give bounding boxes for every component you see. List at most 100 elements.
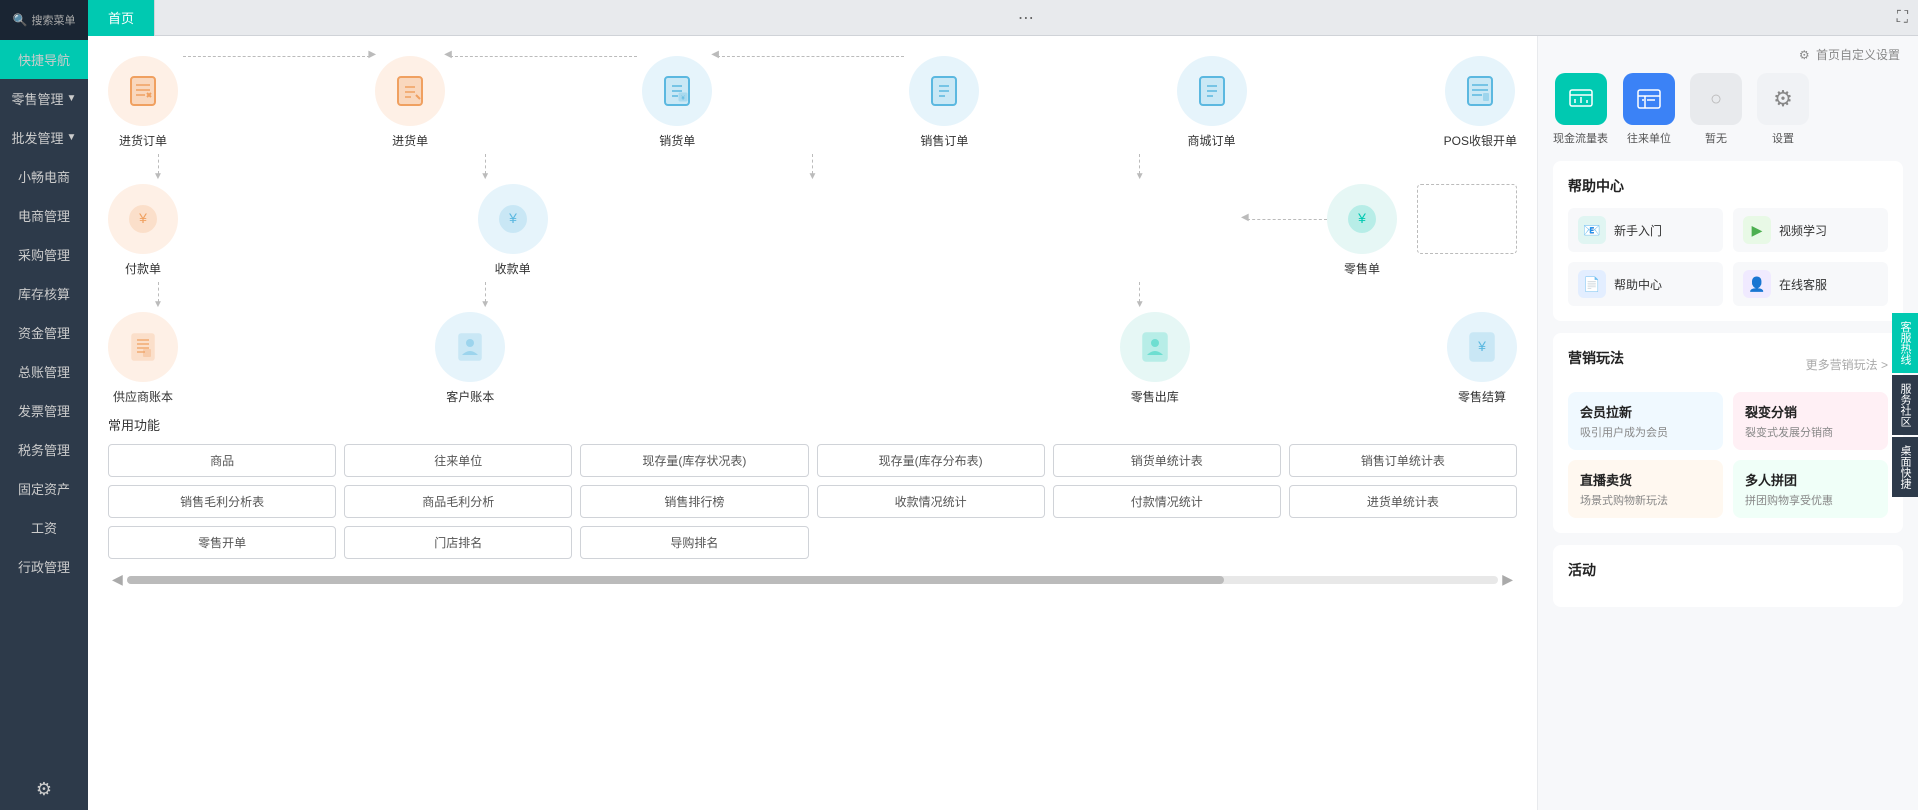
fullscreen-button[interactable]: ⛶ [1897,9,1918,27]
salary-label: 工资 [31,518,57,537]
sidebar-item-ecommerce[interactable]: 电商管理 [0,196,88,235]
sidebar: 🔍 搜索菜单 快捷导航 零售管理 ▼ 批发管理 ▼ 小畅电商 电商管理 采购管理… [0,0,88,810]
float-btn-service[interactable]: 客服热线 [1892,313,1918,373]
home-customize-button[interactable]: ⚙ 首页自定义设置 [1553,46,1903,63]
more-marketing-link[interactable]: 更多营销玩法 > [1806,356,1888,373]
circle-pos[interactable] [1445,56,1515,126]
node-lingshouchuku: 零售出库 [1120,312,1190,405]
tab-more-button[interactable]: ⋯ [1008,8,1044,28]
func-btn-inventory-status[interactable]: 现存量(库存状况表) [580,444,808,477]
sidebar-item-inventory[interactable]: 库存核算 [0,274,88,313]
marketing-grid: 会员拉新 吸引用户成为会员 裂变分销 裂变式发展分销商 直播卖货 场景式购物新玩… [1568,392,1888,518]
sidebar-item-salary[interactable]: 工资 [0,508,88,547]
scroll-track[interactable] [127,576,1498,584]
func-btn-profit-analysis[interactable]: 销售毛利分析表 [108,485,336,518]
sidebar-item-admin[interactable]: 行政管理 [0,547,88,586]
help-item-video[interactable]: ▶ 视频学习 [1733,208,1888,252]
func-btn-retail-order[interactable]: 零售开单 [108,526,336,559]
beginner-icon: 📧 [1578,216,1606,244]
func-btn-inventory-dist[interactable]: 现存量(库存分布表) [817,444,1045,477]
circle-jinhuodan[interactable] [375,56,445,126]
tab-home-label: 首页 [108,8,134,27]
circle-shoukuandan[interactable]: ¥ [478,184,548,254]
label-pos: POS收银开单 [1444,132,1517,149]
svg-text:¥: ¥ [508,210,517,226]
node-xiaohuodan: ¥ 销货单 [642,56,712,149]
capital-label: 资金管理 [18,323,70,342]
help-item-help[interactable]: 📄 帮助中心 [1568,262,1723,306]
sidebar-item-fixed-assets[interactable]: 固定资产 [0,469,88,508]
node-xiaoshoudddan: 销售订单 [909,56,979,149]
sidebar-item-quick-nav[interactable]: 快捷导航 [0,40,88,79]
marketing-item-group[interactable]: 多人拼团 拼团购物享受优惠 [1733,460,1888,518]
marketing-item-fission[interactable]: 裂变分销 裂变式发展分销商 [1733,392,1888,450]
quick-icon-cashflow[interactable]: 现金流量表 [1553,73,1608,146]
function-buttons-grid: 商品 往来单位 现存量(库存状况表) 现存量(库存分布表) 销货单统计表 销售订… [108,444,1517,559]
float-btn-community[interactable]: 服务社区 [1892,375,1918,435]
sidebar-item-retail[interactable]: 零售管理 ▼ [0,79,88,118]
quick-icon-none[interactable]: ○ 暂无 [1690,73,1742,146]
float-btn-desktop[interactable]: 桌面快捷 [1892,437,1918,497]
fukuandan-icon: ¥ [125,201,161,237]
sidebar-item-invoice[interactable]: 发票管理 [0,391,88,430]
sidebar-item-ecommerce-small[interactable]: 小畅电商 [0,157,88,196]
shangchengdddan-icon [1194,73,1230,109]
sidebar-item-capital[interactable]: 资金管理 [0,313,88,352]
sidebar-item-wholesale[interactable]: 批发管理 ▼ [0,118,88,157]
sidebar-search[interactable]: 🔍 搜索菜单 [0,0,88,40]
arrow-1 [183,56,370,57]
func-btn-goods[interactable]: 商品 [108,444,336,477]
quick-icon-settings[interactable]: ⚙ 设置 [1757,73,1809,146]
func-btn-purchase-stats[interactable]: 进货单统计表 [1289,485,1517,518]
func-btn-sales-stats[interactable]: 销货单统计表 [1053,444,1281,477]
help-item-beginner[interactable]: 📧 新手入门 [1568,208,1723,252]
sidebar-item-tax[interactable]: 税务管理 [0,430,88,469]
marketing-item-member[interactable]: 会员拉新 吸引用户成为会员 [1568,392,1723,450]
func-btn-sales-ranking[interactable]: 销售排行榜 [580,485,808,518]
units-icon [1635,85,1663,113]
func-btn-units[interactable]: 往来单位 [344,444,572,477]
circle-lingshouchuku[interactable] [1120,312,1190,382]
scroll-left-button[interactable]: ◀ [108,569,127,590]
circle-lingshouddan[interactable]: ¥ [1327,184,1397,254]
circle-fukuandan[interactable]: ¥ [108,184,178,254]
retail-label: 零售管理 [12,89,64,108]
units-label: 往来单位 [1627,130,1671,146]
scroll-right-button[interactable]: ▶ [1498,569,1517,590]
circle-lingshoujiesuan[interactable]: ¥ [1447,312,1517,382]
activity-card: 活动 [1553,545,1903,607]
marketing-item-live[interactable]: 直播卖货 场景式购物新玩法 [1568,460,1723,518]
marketing-card: 营销玩法 更多营销玩法 > 会员拉新 吸引用户成为会员 裂变分销 裂变式发展分销… [1553,333,1903,533]
sidebar-settings-button[interactable]: ⚙ [0,769,88,810]
arrow-3 [717,56,904,57]
pos-icon [1462,73,1498,109]
beginner-label: 新手入门 [1614,222,1662,239]
sidebar-item-general-ledger[interactable]: 总账管理 [0,352,88,391]
tab-home[interactable]: 首页 [88,0,155,36]
circle-xiaohuodan[interactable]: ¥ [642,56,712,126]
node-lingshoujiesuan: ¥ 零售结算 [1447,312,1517,405]
func-btn-store-ranking[interactable]: 门店排名 [344,526,572,559]
sidebar-item-purchase[interactable]: 采购管理 [0,235,88,274]
svg-text:¥: ¥ [138,210,147,226]
home-customize-label: 首页自定义设置 [1816,48,1900,62]
tabbar: 首页 ⋯ ⛶ [88,0,1918,36]
invoice-label: 发票管理 [18,401,70,420]
wholesale-arrow: ▼ [67,132,77,143]
func-btn-order-stats[interactable]: 销售订单统计表 [1289,444,1517,477]
arrow-2 [450,56,637,57]
help-item-service[interactable]: 👤 在线客服 [1733,262,1888,306]
circle-xiaoshoudddan[interactable] [909,56,979,126]
label-xiaoshoudddan: 销售订单 [920,132,968,149]
quick-icon-units[interactable]: 往来单位 [1623,73,1675,146]
circle-kehuzhben[interactable] [435,312,505,382]
member-title: 会员拉新 [1580,402,1711,421]
circle-shangchengdddan[interactable] [1177,56,1247,126]
func-btn-goods-profit[interactable]: 商品毛利分析 [344,485,572,518]
circle-gongyingshang[interactable] [108,312,178,382]
func-btn-collection-stats[interactable]: 收款情况统计 [817,485,1045,518]
tax-label: 税务管理 [18,440,70,459]
func-btn-payment-stats[interactable]: 付款情况统计 [1053,485,1281,518]
circle-jinhuodddan[interactable] [108,56,178,126]
func-btn-guide-ranking[interactable]: 导购排名 [580,526,808,559]
